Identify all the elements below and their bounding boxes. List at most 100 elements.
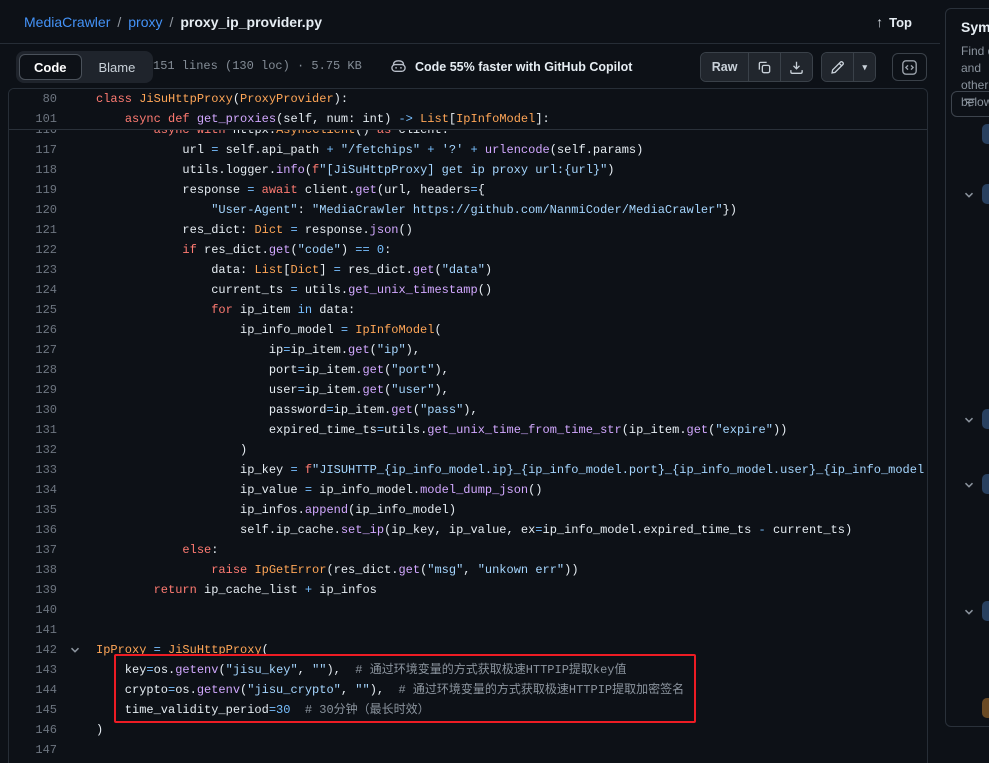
code-line: 126 ip_info_model = IpInfoModel( — [9, 320, 927, 340]
chevron-down-icon[interactable] — [963, 188, 975, 204]
line-number[interactable]: 119 — [9, 180, 57, 200]
line-number[interactable]: 142 — [9, 640, 57, 660]
symbol-kind-badge — [982, 601, 989, 621]
file-meta-info: 151 lines (130 loc) · 5.75 KB — [153, 59, 362, 73]
breadcrumb-file-name: proxy_ip_provider.py — [180, 14, 322, 30]
line-number[interactable]: 139 — [9, 580, 57, 600]
line-number[interactable]: 118 — [9, 160, 57, 180]
line-number[interactable]: 141 — [9, 620, 57, 640]
line-number[interactable]: 131 — [9, 420, 57, 440]
back-to-top-link[interactable]: ↑ Top — [876, 0, 912, 44]
fold-gutter — [57, 300, 96, 320]
fold-gutter — [57, 240, 96, 260]
code-line: 134 ip_value = ip_info_model.model_dump_… — [9, 480, 927, 500]
symbol-row[interactable] — [946, 184, 989, 204]
symbol-kind-badge — [982, 409, 989, 429]
code-scroll-area[interactable]: 116 async with httpx.AsyncClient() as cl… — [9, 130, 927, 763]
code-text: async def get_proxies(self, num: int) ->… — [96, 109, 550, 129]
fold-gutter — [57, 660, 96, 680]
code-text: ip_info_model = IpInfoModel( — [96, 320, 442, 340]
line-number[interactable]: 143 — [9, 660, 57, 680]
line-number[interactable]: 123 — [9, 260, 57, 280]
copy-icon — [757, 60, 772, 75]
line-number[interactable]: 130 — [9, 400, 57, 420]
fold-gutter — [57, 89, 96, 109]
line-number[interactable]: 136 — [9, 520, 57, 540]
line-number[interactable]: 146 — [9, 720, 57, 740]
copilot-banner[interactable]: Code 55% faster with GitHub Copilot — [390, 58, 632, 75]
edit-dropdown-button[interactable]: ▾ — [853, 53, 875, 81]
breadcrumb: MediaCrawler / proxy / proxy_ip_provider… — [0, 0, 940, 44]
raw-copy-download-group: Raw — [700, 52, 814, 82]
line-number[interactable]: 117 — [9, 140, 57, 160]
code-text: crypto=os.getenv("jisu_crypto", ""), # 通… — [96, 680, 684, 700]
code-line: 119 response = await client.get(url, hea… — [9, 180, 927, 200]
symbols-toggle-button[interactable] — [892, 53, 927, 81]
line-number[interactable]: 120 — [9, 200, 57, 220]
fold-gutter — [57, 180, 96, 200]
chevron-down-icon[interactable] — [963, 478, 975, 494]
line-number[interactable]: 122 — [9, 240, 57, 260]
code-text: ) — [96, 720, 103, 740]
copy-button[interactable] — [748, 53, 780, 81]
line-number[interactable]: 80 — [9, 89, 57, 109]
code-line: 120 "User-Agent": "MediaCrawler https://… — [9, 200, 927, 220]
line-number[interactable]: 134 — [9, 480, 57, 500]
breadcrumb-repo-link[interactable]: MediaCrawler — [24, 14, 110, 30]
line-number[interactable]: 135 — [9, 500, 57, 520]
line-number[interactable]: 116 — [9, 130, 57, 140]
tab-blame[interactable]: Blame — [84, 54, 151, 80]
edit-button[interactable] — [822, 53, 853, 81]
line-number[interactable]: 128 — [9, 360, 57, 380]
code-text: response = await client.get(url, headers… — [96, 180, 485, 200]
line-number[interactable]: 137 — [9, 540, 57, 560]
code-line: 118 utils.logger.info(f"[JiSuHttpProxy] … — [9, 160, 927, 180]
code-text: ip_key = f"JISUHTTP_{ip_info_model.ip}_{… — [96, 460, 924, 480]
line-number[interactable]: 145 — [9, 700, 57, 720]
line-number[interactable]: 132 — [9, 440, 57, 460]
code-line: 130 password=ip_item.get("pass"), — [9, 400, 927, 420]
line-number[interactable]: 126 — [9, 320, 57, 340]
fold-chevron-down-icon[interactable] — [57, 640, 96, 660]
code-line: 139 return ip_cache_list + ip_infos — [9, 580, 927, 600]
breadcrumb-dir-link[interactable]: proxy — [128, 14, 162, 30]
code-text: res_dict: Dict = response.json() — [96, 220, 413, 240]
filter-symbols-input[interactable] — [951, 91, 989, 117]
code-line: 133 ip_key = f"JISUHTTP_{ip_info_model.i… — [9, 460, 927, 480]
line-number[interactable]: 101 — [9, 109, 57, 129]
download-icon — [789, 60, 804, 75]
chevron-down-icon[interactable] — [963, 605, 975, 621]
chevron-down-icon: ▾ — [862, 62, 867, 73]
line-number[interactable]: 121 — [9, 220, 57, 240]
raw-button[interactable]: Raw — [701, 53, 749, 81]
code-text: raise IpGetError(res_dict.get("msg", "un… — [96, 560, 579, 580]
symbol-row[interactable] — [946, 409, 989, 429]
symbols-icon — [901, 59, 918, 76]
chevron-down-icon[interactable] — [963, 413, 975, 429]
line-number[interactable]: 147 — [9, 740, 57, 760]
fold-gutter — [57, 680, 96, 700]
fold-gutter — [57, 200, 96, 220]
code-line: 124 current_ts = utils.get_unix_timestam… — [9, 280, 927, 300]
line-number[interactable]: 144 — [9, 680, 57, 700]
code-line: 136 self.ip_cache.set_ip(ip_key, ip_valu… — [9, 520, 927, 540]
line-number[interactable]: 138 — [9, 560, 57, 580]
symbol-row[interactable] — [946, 474, 989, 494]
symbol-row[interactable] — [946, 698, 989, 718]
line-number[interactable]: 124 — [9, 280, 57, 300]
line-number[interactable]: 133 — [9, 460, 57, 480]
symbol-row[interactable] — [946, 124, 989, 144]
line-number[interactable]: 140 — [9, 600, 57, 620]
code-line: 121 res_dict: Dict = response.json() — [9, 220, 927, 240]
line-number[interactable]: 127 — [9, 340, 57, 360]
code-line: 137 else: — [9, 540, 927, 560]
tab-code[interactable]: Code — [19, 54, 82, 80]
fold-gutter — [57, 260, 96, 280]
symbol-row[interactable] — [946, 601, 989, 621]
code-line: 142IpProxy = JiSuHttpProxy( — [9, 640, 927, 660]
file-toolbar: Code Blame 151 lines (130 loc) · 5.75 KB… — [0, 45, 940, 88]
code-text: if res_dict.get("code") == 0: — [96, 240, 391, 260]
line-number[interactable]: 125 — [9, 300, 57, 320]
download-button[interactable] — [780, 53, 812, 81]
line-number[interactable]: 129 — [9, 380, 57, 400]
